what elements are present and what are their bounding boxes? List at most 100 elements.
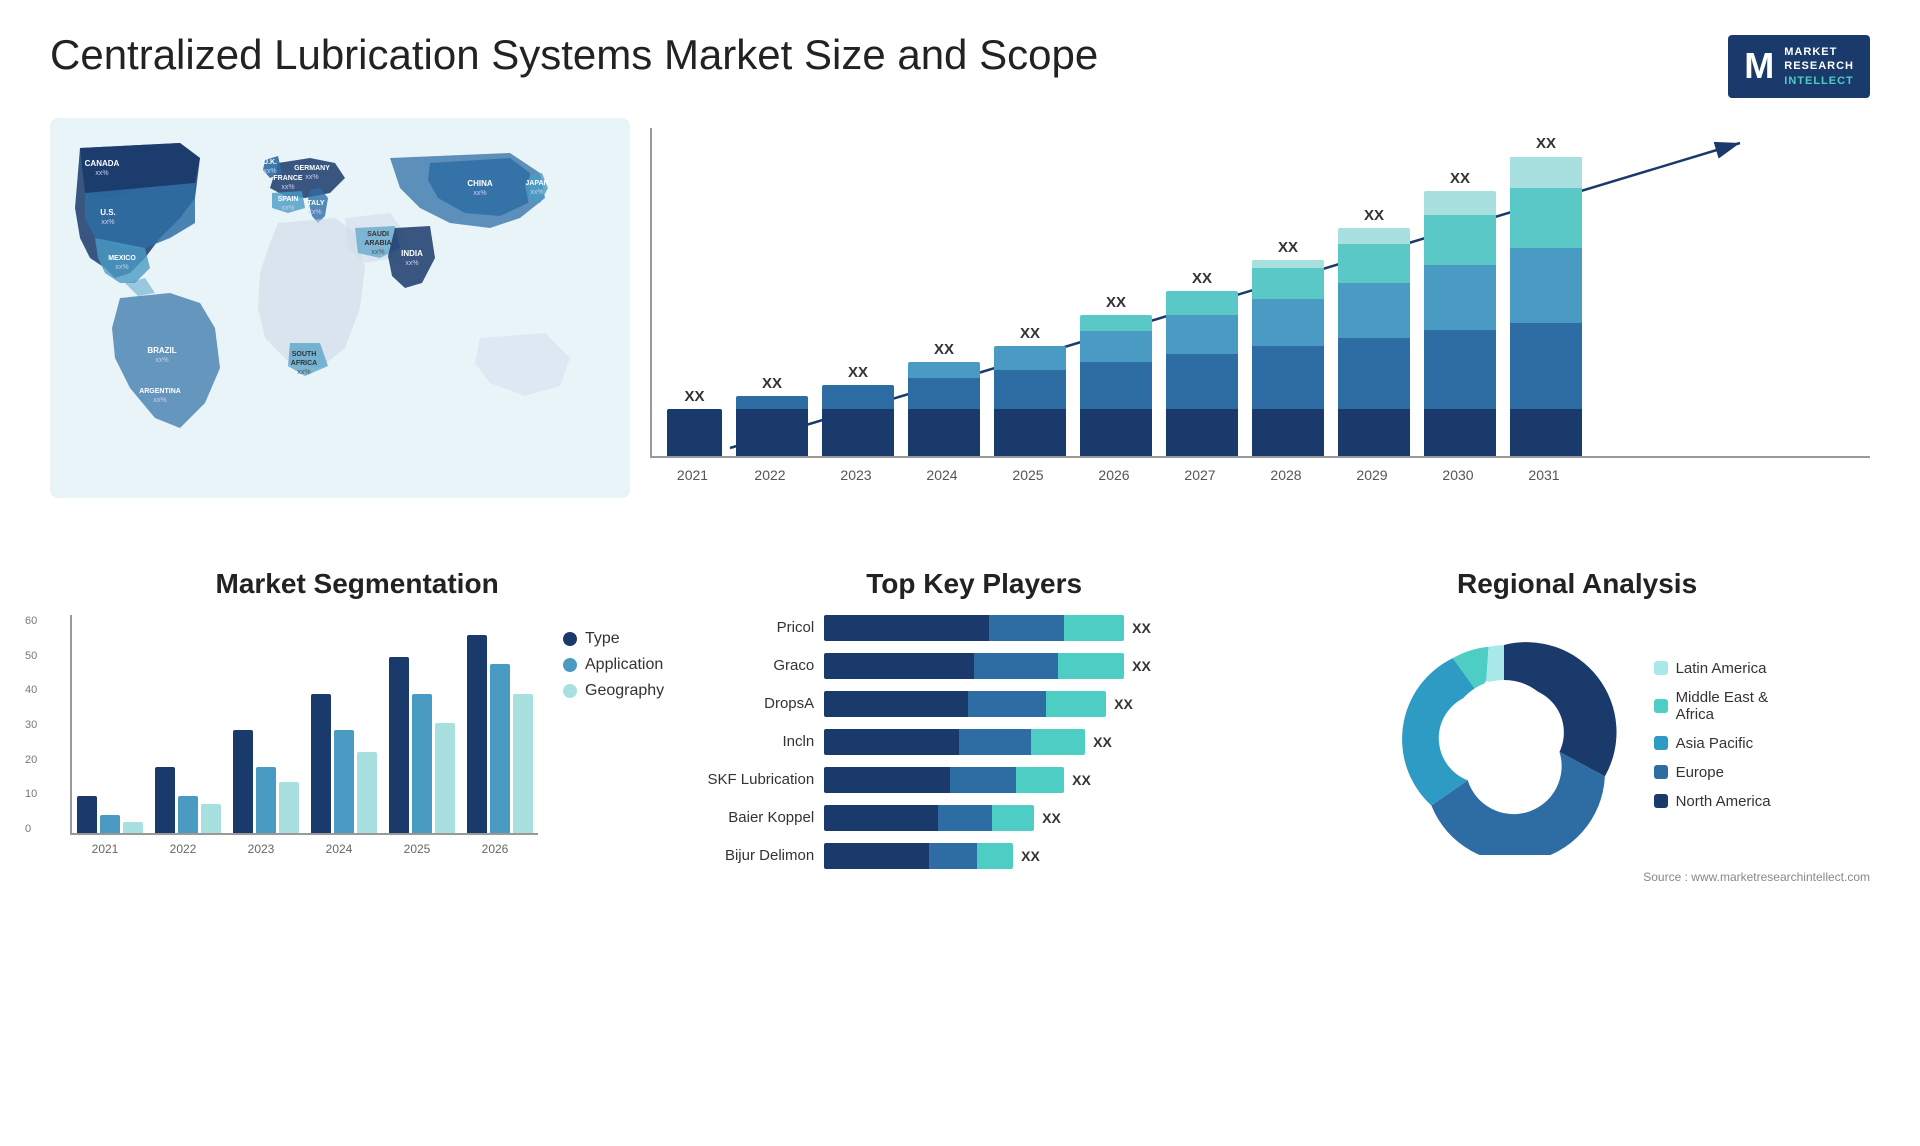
page-title: Centralized Lubrication Systems Market S… — [50, 30, 1098, 80]
header: Centralized Lubrication Systems Market S… — [50, 30, 1870, 98]
bar-group: XX — [1424, 170, 1496, 456]
legend-mea: Middle East &Africa — [1654, 689, 1771, 723]
mea-label: Middle East &Africa — [1676, 689, 1769, 723]
svg-text:ITALY: ITALY — [305, 200, 324, 207]
source-text: Source : www.marketresearchintellect.com — [1284, 870, 1870, 884]
europe-color — [1654, 765, 1668, 779]
svg-text:BRAZIL: BRAZIL — [147, 346, 176, 355]
geography-color — [563, 684, 577, 698]
svg-text:xx%: xx% — [95, 170, 108, 177]
seg-bar-group — [311, 694, 377, 833]
bar-group: XX — [1510, 135, 1582, 456]
svg-text:U.S.: U.S. — [100, 208, 116, 217]
svg-text:xx%: xx% — [263, 168, 276, 175]
svg-text:ARABIA: ARABIA — [364, 240, 391, 247]
legend-application: Application — [563, 656, 664, 674]
bar-stack — [1424, 191, 1496, 456]
logo-text: MARKET RESEARCH INTELLECT — [1784, 45, 1854, 88]
legend-north-america: North America — [1654, 793, 1771, 810]
donut-chart — [1384, 615, 1624, 855]
svg-text:CANADA: CANADA — [85, 159, 120, 168]
bar-stack — [667, 409, 722, 456]
bar-stack — [908, 362, 980, 456]
north-america-color — [1654, 794, 1668, 808]
seg-bar-group — [467, 635, 533, 833]
bar-stack — [822, 385, 894, 456]
svg-text:xx%: xx% — [371, 249, 384, 256]
bar-group: XX — [736, 375, 808, 456]
bottom-row: Market Segmentation 60 50 40 30 20 10 0 — [50, 568, 1870, 948]
bar-stack — [1166, 291, 1238, 456]
regional-section: Regional Analysis — [1284, 568, 1870, 948]
player-row: GracoXX — [684, 653, 1264, 679]
player-row: InclnXX — [684, 729, 1264, 755]
svg-text:xx%: xx% — [115, 264, 128, 271]
player-row: Baier KoppelXX — [684, 805, 1264, 831]
regional-chart: Latin America Middle East &Africa Asia P… — [1284, 615, 1870, 855]
svg-text:xx%: xx% — [405, 260, 418, 267]
seg-bar-group — [155, 767, 221, 833]
svg-text:xx%: xx% — [305, 174, 318, 181]
world-map-svg: CANADA xx% U.S. xx% MEXICO xx% BRAZIL xx… — [50, 118, 630, 498]
seg-bar-group — [233, 730, 299, 833]
bar-stack — [736, 396, 808, 456]
svg-text:xx%: xx% — [308, 209, 321, 216]
players-bars: PricolXX GracoXX DropsAXX InclnXX SKF Lubric… — [684, 615, 1264, 869]
bar-stack — [1252, 260, 1324, 456]
latin-america-color — [1654, 661, 1668, 675]
svg-text:MEXICO: MEXICO — [108, 255, 136, 262]
logo: M MARKET RESEARCH INTELLECT — [1728, 35, 1870, 98]
bar-group: XX — [1080, 294, 1152, 456]
bar-group: XX — [1338, 207, 1410, 456]
logo-letter: M — [1744, 45, 1774, 87]
seg-bar-group — [77, 796, 143, 833]
svg-text:SAUDI: SAUDI — [367, 231, 389, 238]
legend-europe: Europe — [1654, 764, 1771, 781]
svg-text:U.K.: U.K. — [263, 159, 277, 166]
seg-bar-group — [389, 657, 455, 833]
segmentation-title: Market Segmentation — [50, 568, 664, 600]
player-row: Bijur DelimonXX — [684, 843, 1264, 869]
growth-chart-section: XXXXXXXXXXXXXXXXXXXXXX 20212022202320242… — [650, 118, 1870, 538]
regional-title: Regional Analysis — [1284, 568, 1870, 600]
world-map-section: CANADA xx% U.S. xx% MEXICO xx% BRAZIL xx… — [50, 118, 630, 538]
legend-asia-pacific: Asia Pacific — [1654, 735, 1771, 752]
svg-text:xx%: xx% — [281, 205, 294, 212]
bar-stack — [1338, 228, 1410, 456]
bar-group: XX — [1252, 239, 1324, 456]
legend-geography: Geography — [563, 682, 664, 700]
svg-text:SPAIN: SPAIN — [278, 196, 299, 203]
svg-text:xx%: xx% — [153, 397, 166, 404]
svg-text:JAPAN: JAPAN — [525, 180, 548, 187]
svg-text:xx%: xx% — [101, 219, 114, 226]
legend-latin-america: Latin America — [1654, 660, 1771, 677]
top-players-section: Top Key Players PricolXX GracoXX DropsAXX I… — [684, 568, 1264, 948]
bar-group: XX — [667, 388, 722, 456]
svg-text:CHINA: CHINA — [467, 179, 493, 188]
donut-svg — [1384, 615, 1624, 855]
player-row: PricolXX — [684, 615, 1264, 641]
mea-color — [1654, 699, 1668, 713]
bar-stack — [994, 346, 1066, 456]
svg-text:ARGENTINA: ARGENTINA — [139, 388, 181, 395]
legend-type: Type — [563, 630, 664, 648]
players-title: Top Key Players — [684, 568, 1264, 600]
svg-text:xx%: xx% — [473, 190, 486, 197]
type-color — [563, 632, 577, 646]
bar-group: XX — [1166, 270, 1238, 456]
world-map: CANADA xx% U.S. xx% MEXICO xx% BRAZIL xx… — [50, 118, 630, 498]
bar-stack — [1080, 315, 1152, 456]
player-row: DropsAXX — [684, 691, 1264, 717]
svg-text:AFRICA: AFRICA — [291, 360, 317, 367]
bar-group: XX — [994, 325, 1066, 456]
asia-pacific-color — [1654, 736, 1668, 750]
svg-text:xx%: xx% — [297, 369, 310, 376]
bar-stack — [1510, 156, 1582, 456]
application-color — [563, 658, 577, 672]
svg-text:xx%: xx% — [155, 357, 168, 364]
svg-text:FRANCE: FRANCE — [273, 175, 302, 182]
segmentation-legend: Type Application Geography — [563, 630, 664, 856]
svg-text:SOUTH: SOUTH — [292, 351, 317, 358]
regional-legend: Latin America Middle East &Africa Asia P… — [1654, 660, 1771, 810]
player-row: SKF LubricationXX — [684, 767, 1264, 793]
